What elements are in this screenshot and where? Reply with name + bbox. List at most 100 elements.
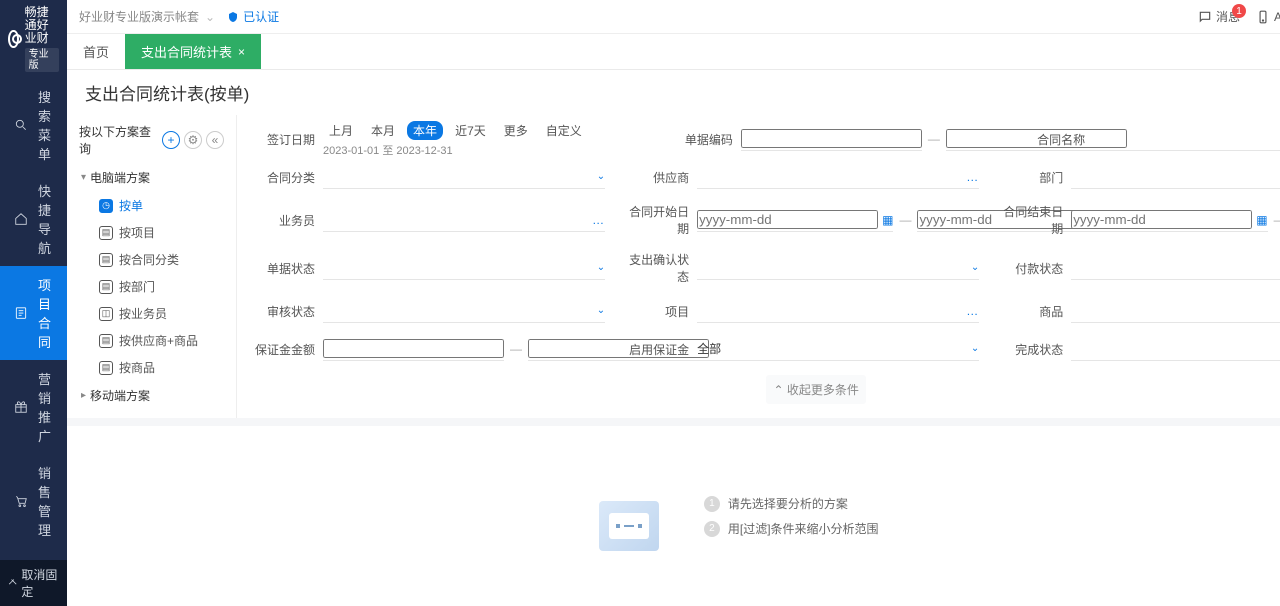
doc-icon: ▤: [99, 253, 113, 267]
pill-custom[interactable]: 自定义: [540, 121, 588, 140]
sidebar: 畅捷通好业财 专业版 搜索菜单 快捷导航 项目合同 营销推广 销售管理 采购管理…: [0, 0, 67, 606]
tree-by-supplier-goods[interactable]: ▤按供应商+商品: [99, 327, 236, 354]
nav-sales[interactable]: 销售管理: [0, 454, 67, 548]
tab-report[interactable]: 支出合同统计表 ×: [125, 34, 261, 69]
scheme-add-button[interactable]: +: [162, 131, 180, 149]
step-number: 1: [704, 496, 720, 512]
page-title: 支出合同统计表(按单): [85, 80, 249, 105]
scheme-settings-button[interactable]: ⚙: [184, 131, 202, 149]
tree-by-project[interactable]: ▤按项目: [99, 219, 236, 246]
brand-name: 畅捷通好业财: [25, 6, 59, 46]
scheme-title: 按以下方案查询: [79, 123, 162, 157]
close-tab-icon[interactable]: ×: [238, 45, 245, 59]
step-number: 2: [704, 521, 720, 537]
search-icon: [14, 117, 28, 133]
caret-right-icon: ▸: [81, 390, 86, 401]
home-icon: [14, 211, 28, 227]
verified-badge: 已认证: [227, 8, 279, 25]
finish-status-select[interactable]: ⌄: [1071, 337, 1280, 361]
topbar: 好业财专业版演示帐套 ⌄ 已认证 消息 1 App下载 珠: [67, 0, 1280, 34]
page-header: 支出合同统计表(按单) 导出 刷新: [67, 70, 1280, 115]
clock-icon: ◷: [99, 199, 113, 213]
pill-last-month[interactable]: 上月: [323, 121, 359, 140]
doc-icon: ▤: [99, 334, 113, 348]
deposit-from[interactable]: [323, 337, 504, 361]
step-text: 用[过滤]条件来缩小分析范围: [728, 520, 879, 537]
supplier-picker[interactable]: …: [697, 165, 979, 189]
goods-picker[interactable]: …: [1071, 299, 1280, 323]
calendar-icon: ▦: [882, 213, 893, 227]
caret-down-icon: ▾: [81, 172, 86, 183]
more-icon: …: [966, 304, 979, 318]
chevron-down-icon: ⌄: [597, 171, 605, 182]
brand-edition: 专业版: [25, 48, 59, 72]
unpin-button[interactable]: 取消固定: [0, 560, 67, 606]
tree-group-mobile[interactable]: ▸移动端方案: [81, 381, 236, 410]
chevron-down-icon: ⌄: [597, 305, 605, 316]
confirm-status-select[interactable]: ⌄: [697, 256, 979, 280]
nav: 搜索菜单 快捷导航 项目合同 营销推广 销售管理 采购管理 库存核算 资金管理 …: [0, 78, 67, 560]
audit-status-select[interactable]: ⌄: [323, 299, 605, 323]
messages-button[interactable]: 消息 1: [1198, 8, 1240, 25]
chevron-down-icon: ⌄: [971, 262, 979, 273]
filter-form: 查询 设置 签订日期 上月 本月 本年: [237, 115, 1280, 418]
pill-this-month[interactable]: 本月: [365, 121, 401, 140]
doc-icon: ▤: [99, 226, 113, 240]
date-range-pills: 上月 本月 本年 近7天 更多 自定义: [323, 121, 649, 140]
pill-more[interactable]: 更多: [498, 121, 534, 140]
message-count-badge: 1: [1232, 4, 1246, 18]
scheme-sidebar: 按以下方案查询 + ⚙ « ▾电脑端方案 ◷按单 ▤按项目 ▤按合同分类: [67, 115, 237, 418]
tabbar: 首页 支出合同统计表 × ‹ › × ⛶: [67, 34, 1280, 70]
clerk-picker[interactable]: …: [323, 208, 605, 232]
scheme-collapse-button[interactable]: «: [206, 131, 224, 149]
app-download-button[interactable]: App下载: [1256, 8, 1280, 25]
pill-recent7[interactable]: 近7天: [449, 121, 492, 140]
collapse-filters-button[interactable]: ⌃ 收起更多条件: [766, 375, 866, 404]
brand-logo: 畅捷通好业财 专业版: [0, 0, 67, 78]
contract-cat-select[interactable]: ⌄: [323, 165, 605, 189]
nav-project-contract[interactable]: 项目合同: [0, 266, 67, 360]
contract-name-input[interactable]: [1093, 127, 1280, 151]
more-icon: …: [592, 213, 605, 227]
pay-status-select[interactable]: ⌄: [1071, 256, 1280, 280]
tree-by-goods[interactable]: ▤按商品: [99, 354, 236, 381]
bill-status-select[interactable]: ⌄: [323, 256, 605, 280]
calendar-icon: ▦: [1256, 213, 1267, 227]
chevron-down-icon: ⌄: [597, 262, 605, 273]
chart-icon: ◫: [99, 307, 113, 321]
doc-icon: ▤: [99, 280, 113, 294]
enable-deposit-select[interactable]: 全部⌄: [697, 337, 979, 361]
chevron-down-icon: ⌄: [971, 343, 979, 354]
tree-by-clerk[interactable]: ◫按业务员: [99, 300, 236, 327]
nav-marketing[interactable]: 营销推广: [0, 360, 67, 454]
start-date-from[interactable]: ▦: [697, 208, 893, 232]
gift-icon: [14, 399, 28, 415]
ledger-selector[interactable]: 好业财专业版演示帐套 ⌄: [79, 8, 215, 25]
tree-by-category[interactable]: ▤按合同分类: [99, 246, 236, 273]
label-sign-date: 签订日期: [255, 131, 323, 148]
tab-home[interactable]: 首页: [67, 34, 125, 69]
empty-illustration: [584, 471, 674, 561]
tree-by-bill[interactable]: ◷按单: [99, 192, 236, 219]
doc-icon: ▤: [99, 361, 113, 375]
empty-state: 1 请先选择要分析的方案 2 用[过滤]条件来缩小分析范围: [67, 426, 1280, 606]
project-picker[interactable]: …: [697, 299, 979, 323]
cart-icon: [14, 493, 28, 509]
label-contract-name: 合同名称: [1025, 131, 1093, 148]
brand-icon: [8, 30, 19, 48]
step-text: 请先选择要分析的方案: [728, 495, 848, 512]
dash-icon: —: [928, 132, 940, 146]
chevron-down-icon: ⌄: [205, 10, 215, 24]
end-date-from[interactable]: ▦: [1071, 208, 1267, 232]
more-icon: …: [966, 170, 979, 184]
label-bill-no: 单据编码: [673, 131, 741, 148]
tree-group-pc[interactable]: ▾电脑端方案: [81, 163, 236, 192]
nav-purchase[interactable]: 采购管理: [0, 548, 67, 560]
pill-this-year[interactable]: 本年: [407, 121, 443, 140]
tree-by-dept[interactable]: ▤按部门: [99, 273, 236, 300]
nav-quick[interactable]: 快捷导航: [0, 172, 67, 266]
nav-search[interactable]: 搜索菜单: [0, 78, 67, 172]
bill-no-from[interactable]: [741, 127, 922, 151]
contract-icon: [14, 305, 28, 321]
dept-select[interactable]: ⌄: [1071, 165, 1280, 189]
